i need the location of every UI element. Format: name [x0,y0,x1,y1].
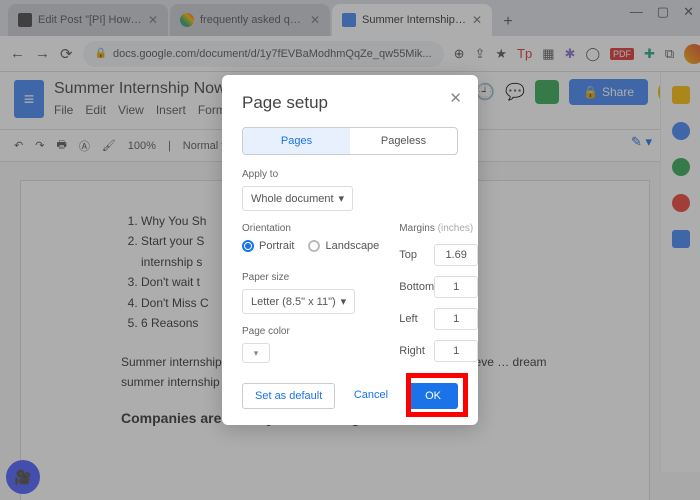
margin-top-input[interactable] [434,244,478,266]
close-icon[interactable]: ✕ [449,89,462,107]
tab-pageless[interactable]: Pageless [350,128,457,154]
margins-hint: (inches) [438,223,474,234]
chevron-down-icon: ▾ [254,348,259,359]
margin-left-input[interactable] [434,308,478,330]
margin-left-label: Left [399,313,417,325]
chevron-down-icon: ▾ [341,295,347,308]
page-color-label: Page color [242,326,379,337]
margin-top-label: Top [399,249,417,261]
radio-off-icon [308,240,320,252]
cancel-button[interactable]: Cancel [342,383,400,409]
modal-overlay: Page setup ✕ Pages Pageless Apply to Who… [0,0,700,500]
margin-right-input[interactable] [434,340,478,362]
margin-bottom-label: Bottom [399,281,434,293]
radio-on-icon [242,240,254,252]
dialog-tabs: Pages Pageless [242,127,458,155]
margin-right-label: Right [399,345,425,357]
margin-bottom-input[interactable] [434,276,478,298]
dialog-title: Page setup [242,93,458,113]
paper-size-label: Paper size [242,272,379,283]
page-color-select[interactable]: ▾ [242,343,270,363]
apply-to-select[interactable]: Whole document ▾ [242,186,353,211]
page-setup-dialog: Page setup ✕ Pages Pageless Apply to Who… [222,75,478,425]
chevron-down-icon: ▾ [339,192,345,205]
set-as-default-button[interactable]: Set as default [242,383,335,409]
ok-button[interactable]: OK [408,383,458,409]
margins-label: Margins [399,223,435,234]
apply-to-label: Apply to [242,169,458,180]
orientation-label: Orientation [242,223,379,234]
paper-size-select[interactable]: Letter (8.5" x 11") ▾ [242,289,355,314]
tab-pages[interactable]: Pages [243,128,350,154]
orientation-landscape-radio[interactable]: Landscape [308,240,379,252]
orientation-portrait-radio[interactable]: Portrait [242,240,294,252]
